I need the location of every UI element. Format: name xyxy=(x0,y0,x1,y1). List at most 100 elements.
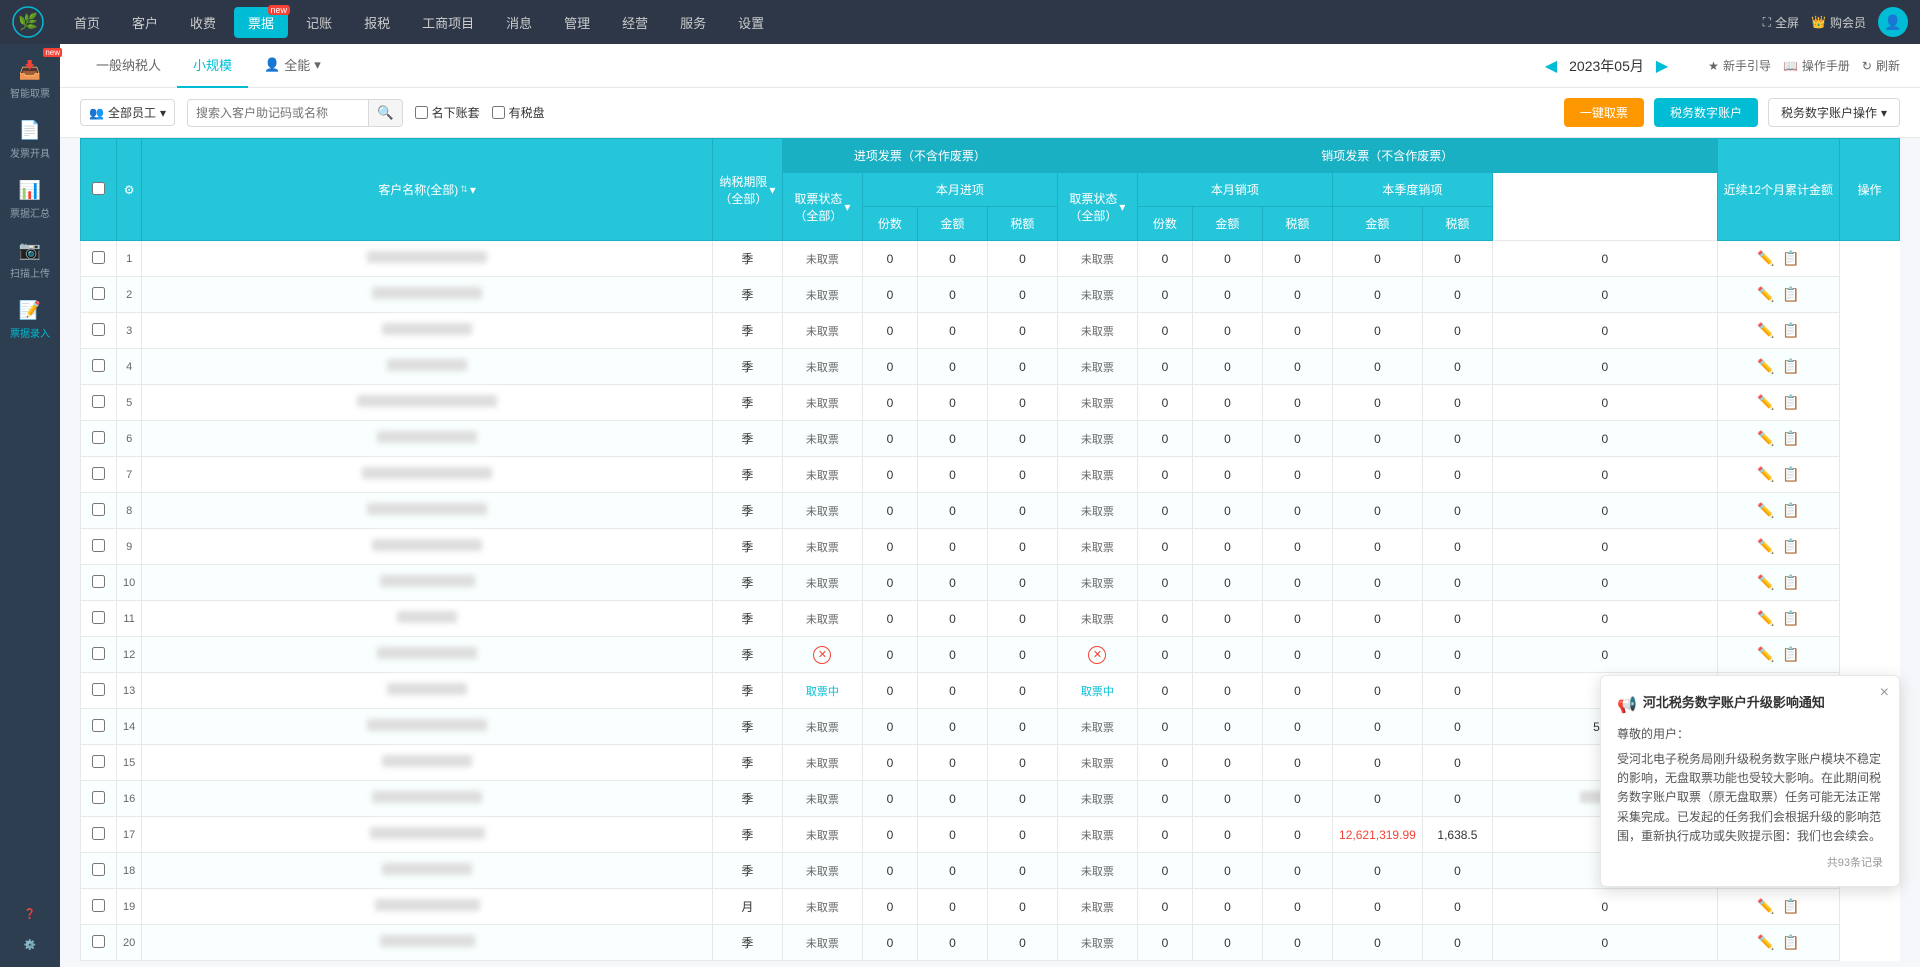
filter-icon[interactable]: ▾ xyxy=(470,183,476,197)
edit-button[interactable]: ✏️ xyxy=(1755,608,1776,629)
period-filter-icon[interactable]: ▾ xyxy=(769,183,775,197)
copy-button[interactable]: 📋 xyxy=(1780,572,1801,593)
edit-button[interactable]: ✏️ xyxy=(1755,320,1776,341)
copy-button[interactable]: 📋 xyxy=(1780,320,1801,341)
edit-button[interactable]: ✏️ xyxy=(1755,428,1776,449)
out-status-filter-icon[interactable]: ▾ xyxy=(1119,200,1125,214)
edit-button[interactable]: ✏️ xyxy=(1755,356,1776,377)
row-checkbox[interactable] xyxy=(92,755,105,768)
copy-button[interactable]: 📋 xyxy=(1780,500,1801,521)
row-checkbox[interactable] xyxy=(92,395,105,408)
nav-ticket[interactable]: 票据 new xyxy=(234,7,288,38)
edit-button[interactable]: ✏️ xyxy=(1755,392,1776,413)
edit-button[interactable]: ✏️ xyxy=(1755,932,1776,953)
row-checkbox[interactable] xyxy=(92,791,105,804)
edit-button[interactable]: ✏️ xyxy=(1755,500,1776,521)
employee-select[interactable]: 👥 全部员工 ▾ xyxy=(80,99,175,126)
sidebar-item-smart-ticket[interactable]: 📥 智能取票 xyxy=(2,52,58,108)
tab-general-taxpayer[interactable]: 一般纳税人 xyxy=(80,44,177,88)
edit-button[interactable]: ✏️ xyxy=(1755,536,1776,557)
copy-button[interactable]: 📋 xyxy=(1780,644,1801,665)
edit-button[interactable]: ✏️ xyxy=(1755,644,1776,665)
row-checkbox[interactable] xyxy=(92,503,105,516)
sidebar-item-ticket-summary[interactable]: 📊 票据汇总 xyxy=(2,172,58,228)
copy-button[interactable]: 📋 xyxy=(1780,932,1801,953)
period-next-button[interactable]: ▶ xyxy=(1656,56,1668,76)
manual-link[interactable]: 📖 操作手册 xyxy=(1783,57,1850,74)
underaccount-checkbox-label[interactable]: 名下账套 xyxy=(415,104,480,121)
one-click-ticket-button[interactable]: 一键取票 xyxy=(1564,98,1644,127)
row-checkbox[interactable] xyxy=(92,287,105,300)
nav-message[interactable]: 消息 xyxy=(492,7,546,38)
row-checkbox[interactable] xyxy=(92,431,105,444)
user-avatar[interactable]: 👤 xyxy=(1878,7,1908,37)
row-checkbox[interactable] xyxy=(92,575,105,588)
taxdisk-checkbox[interactable] xyxy=(492,106,505,119)
sidebar-item-scan-upload[interactable]: 📷 扫描上传 xyxy=(2,232,58,288)
row-checkbox[interactable] xyxy=(92,683,105,696)
in-status-filter-icon[interactable]: ▾ xyxy=(844,200,850,214)
nav-fee[interactable]: 收费 xyxy=(176,7,230,38)
copy-button[interactable]: 📋 xyxy=(1780,356,1801,377)
fullscreen-button[interactable]: ⛶ 全屏 xyxy=(1763,14,1799,31)
member-button[interactable]: 👑 购会员 xyxy=(1811,14,1866,31)
settings-col-icon[interactable]: ⚙ xyxy=(124,183,135,197)
copy-button[interactable]: 📋 xyxy=(1780,896,1801,917)
row-checkbox[interactable] xyxy=(92,899,105,912)
search-box: 🔍 xyxy=(187,99,403,127)
new-guide-link[interactable]: ★ 新手引导 xyxy=(1708,57,1771,74)
copy-button[interactable]: 📋 xyxy=(1780,464,1801,485)
row-checkbox[interactable] xyxy=(92,539,105,552)
search-button[interactable]: 🔍 xyxy=(368,100,402,126)
out-status-cell: 未取票 xyxy=(1057,457,1137,493)
row-checkbox[interactable] xyxy=(92,323,105,336)
copy-button[interactable]: 📋 xyxy=(1780,392,1801,413)
row-checkbox[interactable] xyxy=(92,935,105,948)
customer-sort-icon[interactable]: ⇅ xyxy=(460,184,468,195)
nav-customer[interactable]: 客户 xyxy=(118,7,172,38)
row-checkbox[interactable] xyxy=(92,719,105,732)
nav-admin[interactable]: 管理 xyxy=(550,7,604,38)
row-checkbox[interactable] xyxy=(92,863,105,876)
edit-button[interactable]: ✏️ xyxy=(1755,248,1776,269)
sidebar-item-help[interactable]: ❓ xyxy=(2,901,58,928)
digital-account-operation-button[interactable]: 税务数字账户操作 ▾ xyxy=(1768,98,1900,127)
row-checkbox[interactable] xyxy=(92,647,105,660)
copy-button[interactable]: 📋 xyxy=(1780,536,1801,557)
edit-button[interactable]: ✏️ xyxy=(1755,572,1776,593)
row-checkbox[interactable] xyxy=(92,467,105,480)
select-all-checkbox[interactable] xyxy=(92,182,105,195)
in-status-cell: 未取票 xyxy=(782,385,862,421)
nav-business[interactable]: 工商项目 xyxy=(408,7,488,38)
taxdisk-checkbox-label[interactable]: 有税盘 xyxy=(492,104,545,121)
nav-tax[interactable]: 报税 xyxy=(350,7,404,38)
row-checkbox[interactable] xyxy=(92,251,105,264)
nav-settings[interactable]: 设置 xyxy=(724,7,778,38)
copy-button[interactable]: 📋 xyxy=(1780,428,1801,449)
edit-button[interactable]: ✏️ xyxy=(1755,464,1776,485)
nav-accounting[interactable]: 记账 xyxy=(292,7,346,38)
out-status-cell: 未取票 xyxy=(1057,925,1137,961)
underaccount-checkbox[interactable] xyxy=(415,106,428,119)
row-checkbox[interactable] xyxy=(92,359,105,372)
row-checkbox[interactable] xyxy=(92,827,105,840)
refresh-link[interactable]: ↻ 刷新 xyxy=(1862,57,1900,74)
nav-service[interactable]: 服务 xyxy=(666,7,720,38)
nav-operation[interactable]: 经营 xyxy=(608,7,662,38)
tab-all[interactable]: 👤 全能 ▾ xyxy=(248,44,337,88)
sidebar-item-ticket-entry[interactable]: 📝 票据录入 xyxy=(2,292,58,348)
copy-button[interactable]: 📋 xyxy=(1780,608,1801,629)
copy-button[interactable]: 📋 xyxy=(1780,248,1801,269)
sidebar-item-invoice-open[interactable]: 📄 发票开具 xyxy=(2,112,58,168)
tab-small-scale[interactable]: 小规模 xyxy=(177,44,248,88)
search-input[interactable] xyxy=(188,102,368,124)
notification-close-button[interactable]: × xyxy=(1880,684,1889,702)
digital-account-button[interactable]: 税务数字账户 xyxy=(1654,98,1758,127)
edit-button[interactable]: ✏️ xyxy=(1755,284,1776,305)
edit-button[interactable]: ✏️ xyxy=(1755,896,1776,917)
period-prev-button[interactable]: ◀ xyxy=(1545,56,1557,76)
row-checkbox[interactable] xyxy=(92,611,105,624)
nav-home[interactable]: 首页 xyxy=(60,7,114,38)
sidebar-item-settings[interactable]: ⚙️ xyxy=(2,932,58,959)
copy-button[interactable]: 📋 xyxy=(1780,284,1801,305)
